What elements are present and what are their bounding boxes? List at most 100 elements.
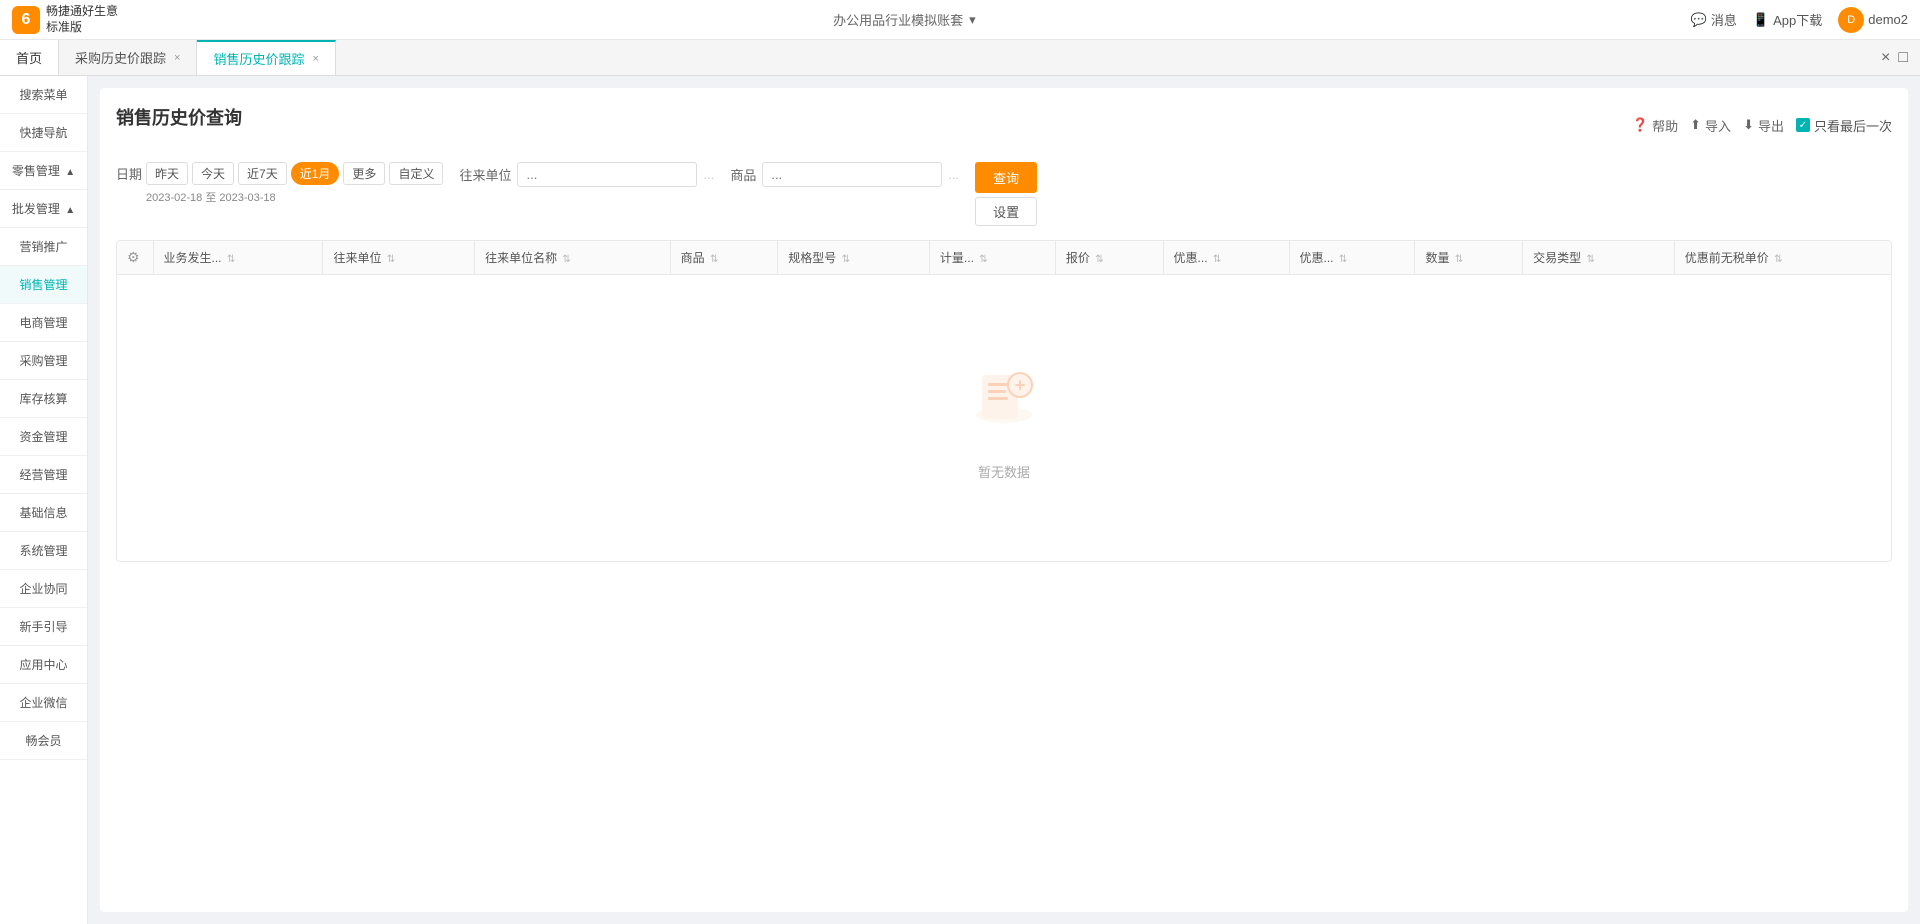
sort-icon-trade-type: ⇅ <box>1586 254 1594 265</box>
settings-button[interactable]: 设置 <box>975 197 1037 226</box>
table-col-counterpart-code[interactable]: 往来单位 ⇅ <box>323 241 475 275</box>
sidebar-item-finance[interactable]: 资金管理 <box>0 418 87 456</box>
table-col-spec[interactable]: 规格型号 ⇅ <box>778 241 930 275</box>
topbar-right: 💬 消息 📱 App下载 D demo2 <box>1691 7 1908 33</box>
sort-icon-counterpart-code: ⇅ <box>387 254 395 265</box>
date-btn-yesterday[interactable]: 昨天 <box>146 162 188 185</box>
sidebar-item-member[interactable]: 畅会员 <box>0 722 87 760</box>
sidebar: 搜索菜单 快捷导航 零售管理 ▲ 批发管理 ▲ 营销推广 销售管理 电商管理 采… <box>0 76 88 924</box>
sidebar-item-inventory[interactable]: 库存核算 <box>0 380 87 418</box>
empty-state: 暂无数据 <box>117 275 1891 561</box>
table-settings-icon[interactable]: ⚙ <box>127 249 140 265</box>
topbar-center: 办公用品行业模拟账套 ▾ <box>833 10 976 29</box>
table-col-quote[interactable]: 报价 ⇅ <box>1055 241 1163 275</box>
sort-icon-quantity: ⇅ <box>1455 254 1463 265</box>
date-btn-today[interactable]: 今天 <box>192 162 234 185</box>
topbar-left: 6 畅捷通好生意 标准版 <box>12 4 118 35</box>
message-button[interactable]: 💬 消息 <box>1691 10 1737 29</box>
sidebar-item-marketing[interactable]: 营销推广 <box>0 228 87 266</box>
import-button[interactable]: ⬆ 导入 <box>1690 116 1731 135</box>
topbar: 6 畅捷通好生意 标准版 办公用品行业模拟账套 ▾ 💬 消息 📱 App下载 D… <box>0 0 1920 40</box>
sidebar-item-wholesale-mgmt[interactable]: 批发管理 ▲ <box>0 190 87 228</box>
username-label: demo2 <box>1868 12 1908 27</box>
tab-sales-history-close[interactable]: × <box>312 53 318 65</box>
product-filter: 商品 ... <box>730 162 959 187</box>
sort-icon-spec: ⇅ <box>842 254 850 265</box>
table-col-discount2[interactable]: 优惠... ⇅ <box>1289 241 1415 275</box>
sidebar-item-sales-mgmt[interactable]: 销售管理 <box>0 266 87 304</box>
checkbox-checked-icon: ✓ <box>1796 118 1810 132</box>
tabbar: 首页 采购历史价跟踪 × 销售历史价跟踪 × × □ <box>0 40 1920 76</box>
sidebar-item-purchase-mgmt[interactable]: 采购管理 <box>0 342 87 380</box>
counterpart-filter-label: 往来单位 <box>459 165 511 184</box>
date-btn-more[interactable]: 更多 <box>343 162 385 185</box>
close-window-button[interactable]: × <box>1881 49 1890 67</box>
content-area: 销售历史价查询 ❓ 帮助 ⬆ 导入 ⬇ 导出 ✓ <box>88 76 1920 924</box>
tab-spacer <box>336 40 1869 75</box>
table-col-discount1[interactable]: 优惠... ⇅ <box>1163 241 1289 275</box>
table-col-product[interactable]: 商品 ⇅ <box>670 241 778 275</box>
date-filter: 日期 昨天 今天 近7天 近1月 更多 自定义 2023-02-18 至 202… <box>116 162 443 205</box>
avatar: D <box>1838 7 1864 33</box>
empty-state-icon <box>964 355 1044 450</box>
sidebar-item-app-center[interactable]: 应用中心 <box>0 646 87 684</box>
tab-purchase-history-close[interactable]: × <box>174 52 180 64</box>
maximize-window-button[interactable]: □ <box>1898 49 1908 67</box>
sidebar-item-guide[interactable]: 新手引导 <box>0 608 87 646</box>
product-input[interactable] <box>762 162 942 187</box>
user-menu[interactable]: D demo2 <box>1838 7 1908 33</box>
table-col-pre-discount-price[interactable]: 优惠前无税单价 ⇅ <box>1674 241 1891 275</box>
sort-icon-product: ⇅ <box>710 254 718 265</box>
sort-icon-discount2: ⇅ <box>1339 254 1347 265</box>
sidebar-item-enterprise[interactable]: 企业协同 <box>0 570 87 608</box>
page-title: 销售历史价查询 <box>116 104 242 130</box>
table-col-quantity[interactable]: 数量 ⇅ <box>1415 241 1523 275</box>
logo-area: 6 畅捷通好生意 标准版 <box>12 4 118 35</box>
logo-icon: 6 <box>12 6 40 34</box>
logo-text: 畅捷通好生意 标准版 <box>46 4 118 35</box>
sidebar-item-operations[interactable]: 经营管理 <box>0 456 87 494</box>
action-buttons: 查询 设置 <box>975 162 1037 226</box>
sort-icon-biz-date: ⇅ <box>227 254 235 265</box>
sidebar-item-retail-mgmt[interactable]: 零售管理 ▲ <box>0 152 87 190</box>
app-download-button[interactable]: 📱 App下载 <box>1753 10 1822 29</box>
sort-icon-pre-discount-price: ⇅ <box>1774 254 1782 265</box>
date-btn-last7days[interactable]: 近7天 <box>238 162 287 185</box>
app-dropdown-button[interactable]: ▾ <box>969 12 976 28</box>
empty-state-text: 暂无数据 <box>978 462 1030 481</box>
page-header-actions: ❓ 帮助 ⬆ 导入 ⬇ 导出 ✓ 只看最后一次 <box>1632 116 1892 135</box>
date-filter-label: 日期 <box>116 164 142 183</box>
sidebar-item-search-menu[interactable]: 搜索菜单 <box>0 76 87 114</box>
table-header: ⚙ 业务发生... ⇅ 往来单位 ⇅ 往来单位名称 <box>117 241 1891 275</box>
product-filter-label: 商品 <box>730 165 756 184</box>
table-col-biz-date[interactable]: 业务发生... ⇅ <box>153 241 323 275</box>
sidebar-item-ecommerce[interactable]: 电商管理 <box>0 304 87 342</box>
table-col-settings[interactable]: ⚙ <box>117 241 153 275</box>
sort-icon-counterpart-name: ⇅ <box>562 254 570 265</box>
data-table: ⚙ 业务发生... ⇅ 往来单位 ⇅ 往来单位名称 <box>117 241 1891 275</box>
only-last-checkbox[interactable]: ✓ 只看最后一次 <box>1796 116 1892 135</box>
sidebar-item-basic-info[interactable]: 基础信息 <box>0 494 87 532</box>
sort-icon-discount1: ⇅ <box>1213 254 1221 265</box>
tab-home[interactable]: 首页 <box>0 40 59 75</box>
data-table-container: ⚙ 业务发生... ⇅ 往来单位 ⇅ 往来单位名称 <box>116 240 1892 562</box>
product-dots-icon: ... <box>948 167 959 182</box>
date-btn-custom[interactable]: 自定义 <box>389 162 443 185</box>
tab-purchase-history[interactable]: 采购历史价跟踪 × <box>59 40 197 75</box>
page: 销售历史价查询 ❓ 帮助 ⬆ 导入 ⬇ 导出 ✓ <box>100 88 1908 912</box>
help-button[interactable]: ❓ 帮助 <box>1632 116 1678 135</box>
sidebar-item-system[interactable]: 系统管理 <box>0 532 87 570</box>
counterpart-input[interactable] <box>517 162 697 187</box>
date-btn-last1month[interactable]: 近1月 <box>291 162 340 185</box>
query-button[interactable]: 查询 <box>975 162 1037 193</box>
table-col-unit[interactable]: 计量... ⇅ <box>929 241 1055 275</box>
sidebar-item-quick-nav[interactable]: 快捷导航 <box>0 114 87 152</box>
filter-area: 日期 昨天 今天 近7天 近1月 更多 自定义 2023-02-18 至 202… <box>116 162 1892 226</box>
table-col-trade-type[interactable]: 交易类型 ⇅ <box>1523 241 1675 275</box>
tab-sales-history[interactable]: 销售历史价跟踪 × <box>197 40 335 75</box>
table-col-counterpart-name[interactable]: 往来单位名称 ⇅ <box>475 241 671 275</box>
sort-icon-unit: ⇅ <box>979 254 987 265</box>
export-button[interactable]: ⬇ 导出 <box>1743 116 1784 135</box>
counterpart-filter: 往来单位 ... <box>459 162 714 187</box>
sidebar-item-wechat[interactable]: 企业微信 <box>0 684 87 722</box>
